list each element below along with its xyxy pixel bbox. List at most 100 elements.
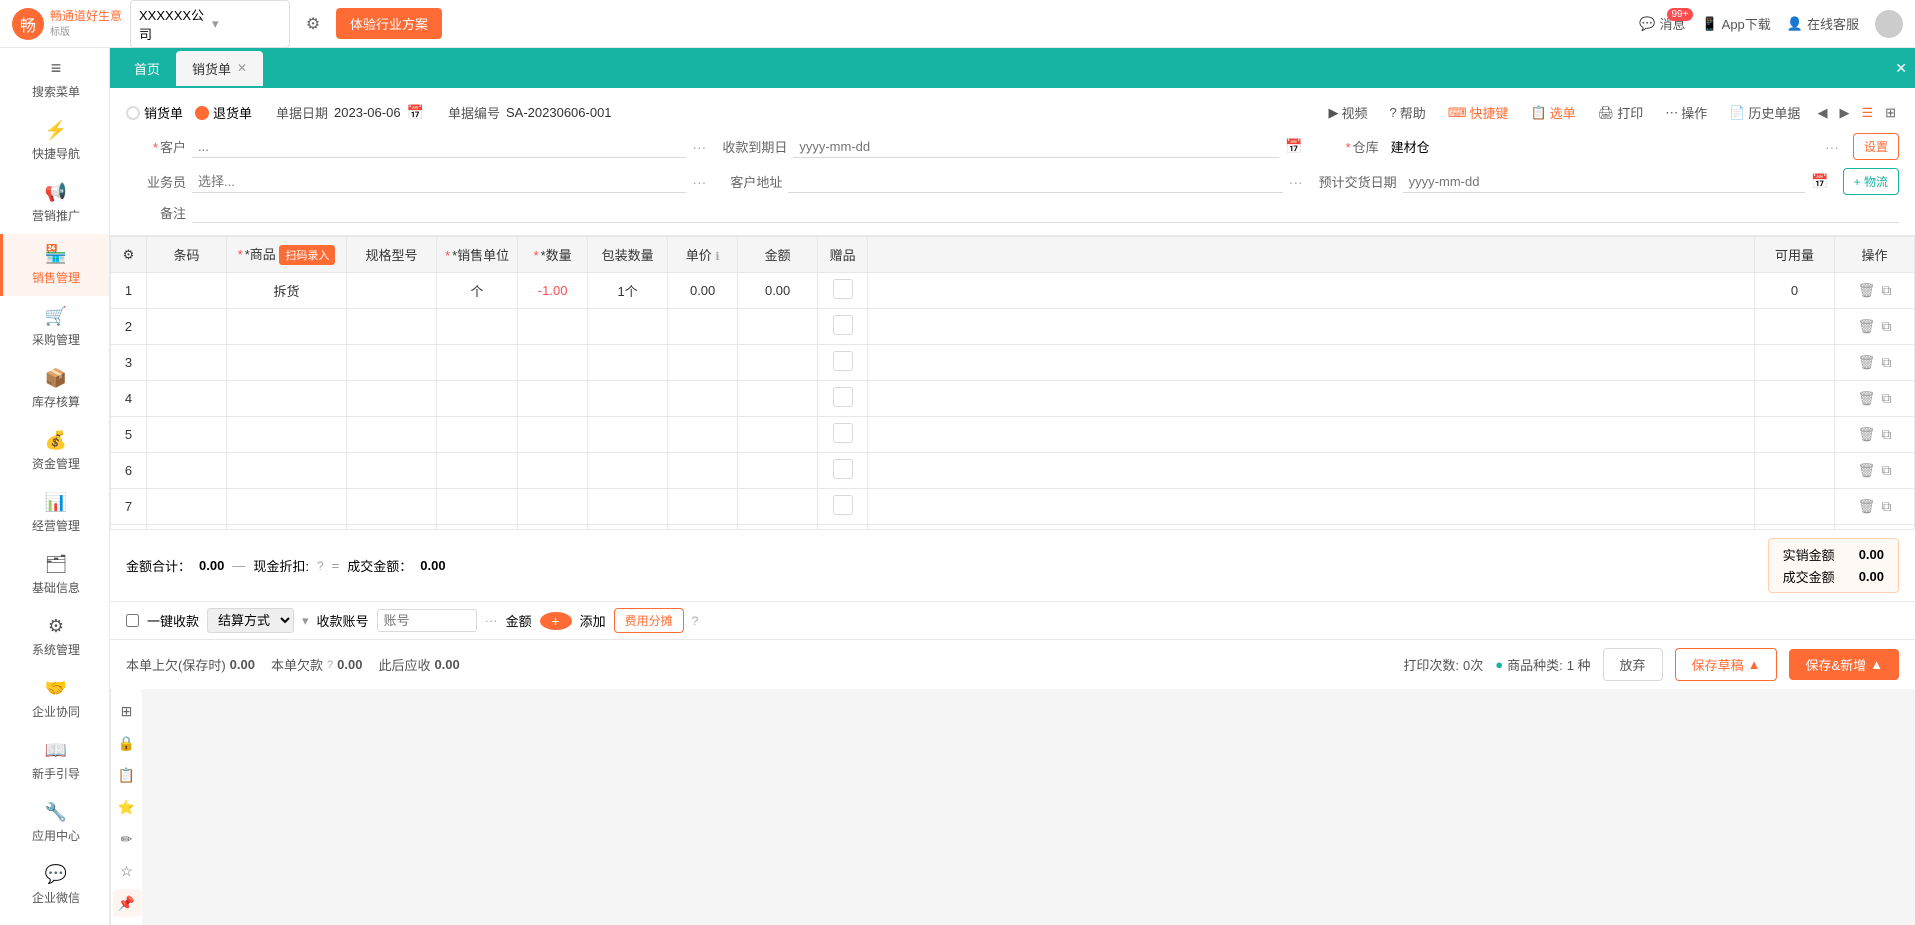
gear-button[interactable]: ⚙ (298, 9, 328, 39)
sidebar-item-purchase[interactable]: 🛒 采购管理 (0, 296, 109, 358)
copy-icon[interactable]: ⧉ (1881, 426, 1891, 443)
discard-button[interactable]: 放弃 (1603, 648, 1663, 681)
copy-icon[interactable]: ⧉ (1881, 462, 1891, 479)
salesperson-more-icon[interactable]: ··· (692, 174, 706, 190)
row-amount-1[interactable]: 0.00 (738, 273, 818, 309)
salesperson-input[interactable] (192, 171, 686, 193)
right-tool-7[interactable]: 📌 (113, 889, 141, 917)
sidebar-item-finance[interactable]: 💰 资金管理 (0, 420, 109, 482)
message-button[interactable]: 💬 消息 99+ (1639, 14, 1685, 33)
copy-row-icon-1[interactable]: ⧉ (1881, 282, 1891, 299)
right-tool-1[interactable]: ⊞ (113, 697, 141, 725)
customer-input[interactable] (192, 136, 686, 158)
logistics-button[interactable]: + 物流 (1843, 168, 1899, 195)
row-pack-1[interactable]: 1个 (588, 273, 668, 309)
row-unit-1[interactable]: 个 (437, 273, 518, 309)
scan-button[interactable]: 扫码录入 (279, 245, 335, 265)
operations-button[interactable]: ⋯ 操作 (1657, 100, 1715, 125)
video-button[interactable]: ▶ 视频 (1320, 100, 1375, 125)
copy-icon[interactable]: ⧉ (1881, 390, 1891, 407)
radio-sales-order[interactable]: 销货单 (126, 103, 183, 122)
right-tool-6[interactable]: ☆ (113, 857, 141, 885)
gift-checkbox[interactable] (833, 351, 853, 371)
view-toggle-list[interactable]: ☰ (1858, 102, 1876, 124)
radio-return-order[interactable]: 退货单 (195, 103, 252, 122)
gift-checkbox[interactable] (833, 459, 853, 479)
settings-button[interactable]: 设置 (1853, 133, 1899, 160)
right-tool-5[interactable]: ✏ (113, 825, 141, 853)
save-new-button[interactable]: 保存&新增 ▲ (1789, 649, 1899, 680)
gift-checkbox-1[interactable] (833, 279, 853, 299)
history-button[interactable]: 📄 历史单据 (1721, 100, 1808, 125)
copy-icon[interactable]: ⧉ (1881, 354, 1891, 371)
prev-record-button[interactable]: ◀ (1814, 102, 1830, 124)
sidebar-item-system[interactable]: ⚙ 系统管理 (0, 606, 109, 668)
help-button[interactable]: ? 帮助 (1381, 100, 1433, 125)
sidebar-item-marketing[interactable]: 📢 营销推广 (0, 172, 109, 234)
right-tool-2[interactable]: 🔒 (113, 729, 141, 757)
avatar[interactable] (1875, 10, 1903, 38)
save-draft-button[interactable]: 保存草稿 ▲ (1675, 648, 1778, 681)
app-download-button[interactable]: 📱 App下载 (1701, 14, 1770, 33)
right-tool-4[interactable]: ⭐ (113, 793, 141, 821)
sidebar-item-app-center[interactable]: 🔧 应用中心 (0, 792, 109, 854)
row-price-1[interactable]: 0.00 (668, 273, 738, 309)
copy-icon[interactable]: ⧉ (1881, 318, 1891, 335)
add-payment-button[interactable]: + (540, 612, 572, 630)
print-button[interactable]: 🖨 打印 (1590, 100, 1652, 125)
expense-split-button[interactable]: 费用分摊 (614, 608, 684, 633)
tab-sales-order[interactable]: 销货单 ✕ (176, 51, 263, 86)
delete-icon[interactable]: 🗑 (1858, 462, 1876, 479)
expense-question-icon[interactable]: ? (692, 614, 699, 628)
account-input[interactable] (377, 609, 477, 632)
delivery-calendar-icon[interactable]: 📅 (1811, 173, 1828, 190)
delete-icon[interactable]: 🗑 (1858, 390, 1876, 407)
delete-icon[interactable]: 🗑 (1858, 426, 1876, 443)
row-spec-1[interactable] (347, 273, 437, 309)
sidebar-item-inventory[interactable]: 📦 库存核算 (0, 358, 109, 420)
delete-icon[interactable]: 🗑 (1858, 318, 1876, 335)
delete-icon[interactable]: 🗑 (1858, 498, 1876, 515)
row-barcode-1[interactable] (147, 273, 227, 309)
shortage-question-icon[interactable]: ? (327, 659, 333, 671)
row-gift-1[interactable] (818, 273, 868, 309)
view-toggle-grid[interactable]: ⊞ (1882, 102, 1899, 124)
calendar-icon[interactable]: 📅 (407, 104, 424, 121)
due-date-calendar-icon[interactable]: 📅 (1285, 138, 1302, 155)
delete-row-icon-1[interactable]: 🗑 (1858, 282, 1876, 299)
sidebar-item-search[interactable]: ≡ 搜索菜单 (0, 48, 109, 110)
customer-more-icon[interactable]: ··· (692, 139, 706, 155)
sidebar-item-operations[interactable]: 📊 经营管理 (0, 482, 109, 544)
copy-icon[interactable]: ⧉ (1881, 498, 1891, 515)
online-support-button[interactable]: 👤 在线客服 (1787, 14, 1859, 33)
due-date-input[interactable] (793, 136, 1279, 158)
sidebar-item-enterprise[interactable]: 🤝 企业协同 (0, 668, 109, 730)
sidebar-item-quick-nav[interactable]: ⚡ 快捷导航 (0, 110, 109, 172)
gift-checkbox[interactable] (833, 423, 853, 443)
close-all-tabs-button[interactable]: ✕ (1895, 60, 1907, 77)
delivery-date-input[interactable] (1403, 171, 1806, 193)
select-button[interactable]: 📋 选单 (1522, 100, 1583, 125)
sidebar-item-sales[interactable]: 🏪 销售管理 (0, 234, 109, 296)
addr-more-icon[interactable]: ··· (1289, 174, 1303, 190)
remarks-input[interactable] (192, 201, 1899, 223)
sidebar-item-basic-info[interactable]: 🗂 基础信息 (0, 544, 109, 606)
sidebar-item-wechat[interactable]: 💬 企业微信 (0, 854, 109, 916)
warehouse-more-icon[interactable]: ··· (1825, 139, 1839, 155)
customer-addr-input[interactable] (788, 171, 1282, 193)
company-selector[interactable]: XXXXXX公司 ▾ (130, 0, 290, 48)
cash-discount-question-icon[interactable]: ? (317, 559, 324, 573)
shortcuts-button[interactable]: ⌨ 快捷键 (1440, 100, 1517, 125)
close-tab-icon[interactable]: ✕ (237, 61, 247, 75)
th-settings[interactable]: ⚙ (111, 237, 147, 273)
sidebar-item-vip[interactable]: 👑 畅会员 (0, 916, 109, 925)
ellipsis-icon[interactable]: ··· (485, 613, 498, 628)
gift-checkbox[interactable] (833, 315, 853, 335)
delete-icon[interactable]: 🗑 (1858, 354, 1876, 371)
calc-method-select[interactable]: 结算方式 (207, 608, 294, 633)
gift-checkbox[interactable] (833, 387, 853, 407)
trial-button[interactable]: 体验行业方案 (336, 8, 442, 39)
sidebar-item-guide[interactable]: 📖 新手引导 (0, 730, 109, 792)
one-click-payment-checkbox[interactable] (126, 614, 139, 627)
gift-checkbox[interactable] (833, 495, 853, 515)
